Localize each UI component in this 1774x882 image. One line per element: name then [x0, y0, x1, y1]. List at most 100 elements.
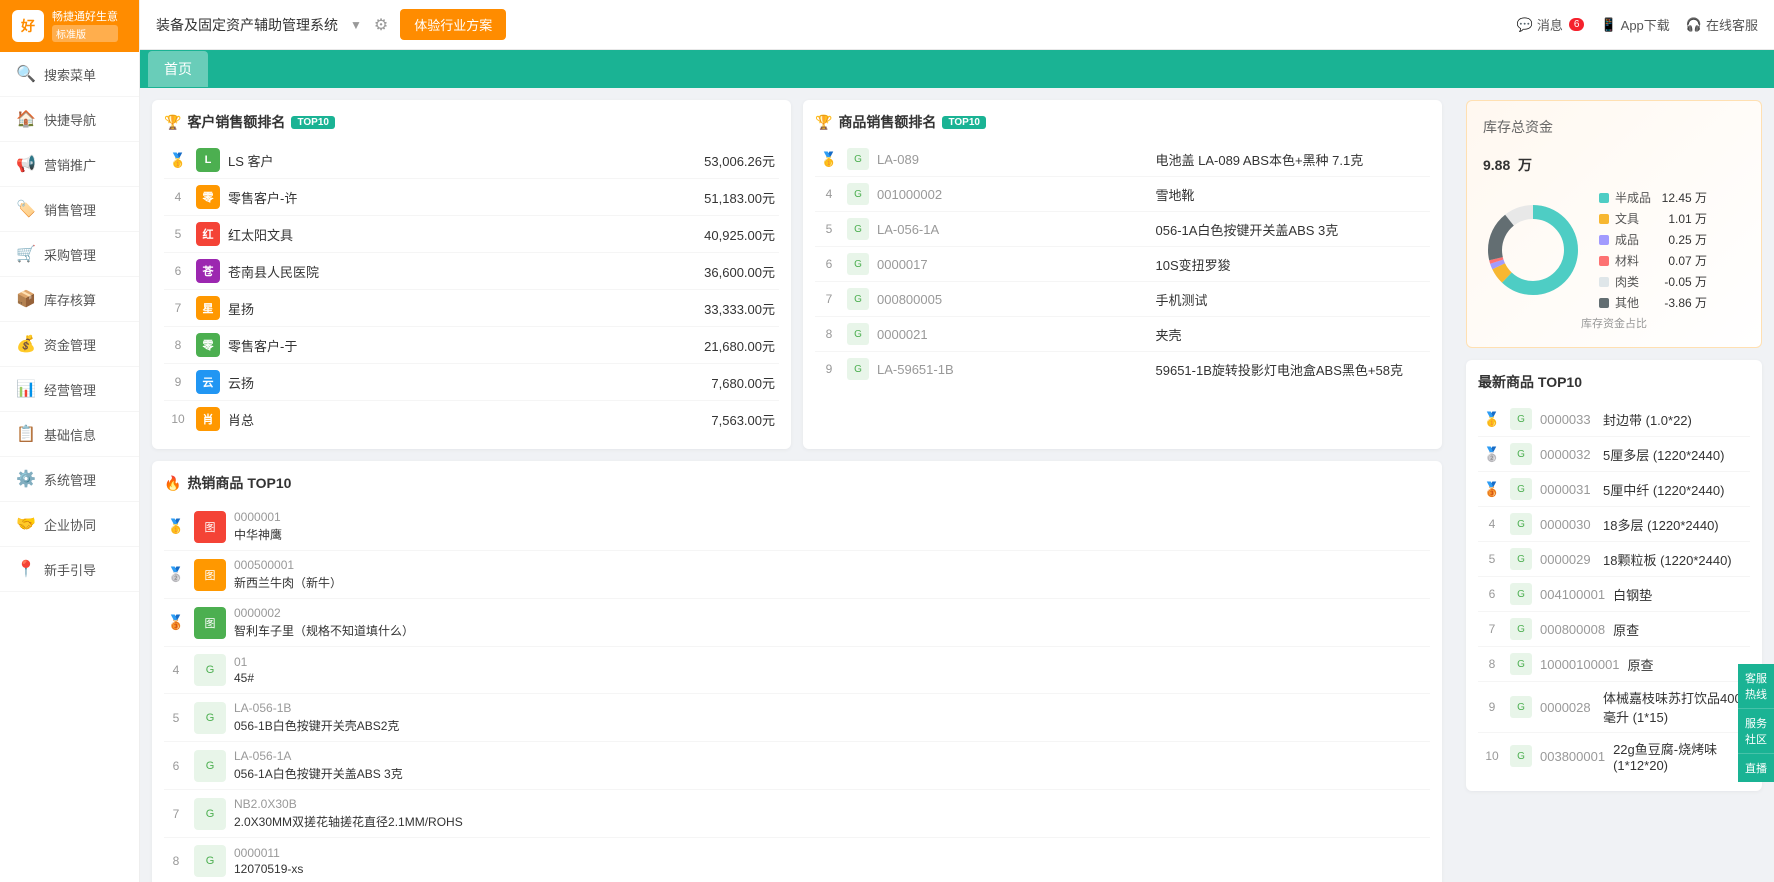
product-sales-list: 🥇 G LA-089 电池盖 LA-089 ABS本色+黑种 7.1克 4 G …: [815, 142, 1430, 386]
sidebar-item-finance[interactable]: 💰 资金管理: [0, 322, 139, 367]
rank-num: 5: [819, 222, 839, 236]
list-item: 6 G 004100001 白钢垫: [1478, 577, 1750, 612]
customer-name: LS 客户: [228, 151, 696, 170]
rank-num: 8: [819, 327, 839, 341]
product-code: LA-056-1A: [234, 749, 1428, 763]
inventory-title: 库存总资金: [1483, 117, 1745, 137]
sidebar-item-quicknav[interactable]: 🏠 快捷导航: [0, 97, 139, 142]
inventory-footnote: 库存资金占比: [1483, 315, 1745, 331]
sidebar-marketing-label: 营销推广: [44, 155, 96, 174]
product-icon: G: [1510, 745, 1532, 767]
avatar: L: [196, 148, 220, 172]
product-code: 0000032: [1540, 447, 1595, 462]
dropdown-arrow[interactable]: ▼: [350, 18, 362, 32]
message-icon: 💬: [1517, 17, 1533, 33]
topbar: 装备及固定资产辅助管理系统 ▼ ⚙ 体验行业方案 💬 消息 6 📱 App下载 …: [140, 0, 1774, 50]
donut-chart: [1483, 200, 1583, 300]
rank-num: 7: [1482, 622, 1502, 636]
product-icon: G: [847, 323, 869, 345]
product-code: 0000030: [1540, 517, 1595, 532]
message-item[interactable]: 💬 消息 6: [1517, 15, 1585, 34]
sidebar-item-operations[interactable]: 📊 经营管理: [0, 367, 139, 412]
main-area: 装备及固定资产辅助管理系统 ▼ ⚙ 体验行业方案 💬 消息 6 📱 App下载 …: [140, 0, 1774, 882]
rank-num: 4: [1482, 517, 1502, 531]
legend-color: [1599, 193, 1609, 203]
sidebar-item-search[interactable]: 🔍 搜索菜单: [0, 52, 139, 97]
sidebar-purchase-label: 采购管理: [44, 245, 96, 264]
table-row: 7 G 000800005 手机测试: [815, 282, 1430, 317]
rank-num: 7: [166, 807, 186, 821]
mobile-icon: 📱: [1600, 17, 1616, 33]
legend-item: 材料 0.07 万: [1599, 252, 1707, 269]
table-row: 8 零 零售客户-于 21,680.00元: [164, 327, 779, 364]
list-item: 🥇 图 0000001 中华神鹰: [164, 503, 1430, 551]
legend-item: 文具 1.01 万: [1599, 210, 1707, 227]
legend-item: 其他 -3.86 万: [1599, 294, 1707, 311]
product-name: 12070519-xs: [234, 862, 1428, 876]
sidebar-item-marketing[interactable]: 📢 营销推广: [0, 142, 139, 187]
fire-icon: 🔥: [164, 475, 181, 492]
product-name: 体械嘉枝味苏打饮品400毫升 (1*15): [1603, 688, 1746, 726]
legend-value: -0.05 万: [1657, 273, 1707, 290]
sidebar-guide-label: 新手引导: [44, 560, 96, 579]
product-info: 0000002 智利车子里（规格不知道填什么）: [234, 606, 1428, 639]
table-row: 9 G LA-59651-1B 59651-1B旋转投影灯电池盒ABS黑色+58…: [815, 352, 1430, 386]
float-btn-live[interactable]: 直播: [1738, 754, 1774, 782]
app-download-item[interactable]: 📱 App下载: [1600, 15, 1669, 34]
rank-num: 6: [166, 759, 186, 773]
experience-btn[interactable]: 体验行业方案: [400, 9, 506, 40]
product-icon: G: [1510, 618, 1532, 640]
customer-name: 星扬: [228, 299, 696, 318]
float-btn-community[interactable]: 服务社区: [1738, 709, 1774, 754]
list-item: 🥈 G 0000032 5厘多层 (1220*2440): [1478, 437, 1750, 472]
product-code: 0000028: [1540, 700, 1595, 715]
hot-products-panel: 🔥 热销商品 TOP10 🥇 图 0000001 中华神鹰 🥈: [152, 461, 1442, 882]
tab-home[interactable]: 首页: [148, 51, 208, 87]
product-sales-title: 🏆 商品销售额排名 TOP10: [815, 112, 1430, 132]
customer-amount: 40,925.00元: [704, 225, 775, 244]
online-service-item[interactable]: 🎧 在线客服: [1686, 15, 1758, 34]
legend-color: [1599, 298, 1609, 308]
sidebar-quicknav-label: 快捷导航: [44, 110, 96, 129]
product-thumb: 图: [194, 559, 226, 591]
sidebar-item-basics[interactable]: 📋 基础信息: [0, 412, 139, 457]
table-row: 5 G LA-056-1A 056-1A白色按键开关盖ABS 3克: [815, 212, 1430, 247]
list-item: 4 G 0000030 18多层 (1220*2440): [1478, 507, 1750, 542]
product-icon: G: [1510, 583, 1532, 605]
sidebar-item-sales[interactable]: 🏷️ 销售管理: [0, 187, 139, 232]
customer-ranking-panel: 🏆 客户销售额排名 TOP10 🥇 L LS 客户 53,006.26元 4: [152, 100, 791, 449]
customer-name: 肖总: [228, 410, 703, 429]
product-code: LA-59651-1B: [877, 362, 1148, 377]
customer-top-badge: TOP10: [291, 116, 335, 129]
sidebar-item-purchase[interactable]: 🛒 采购管理: [0, 232, 139, 277]
marketing-icon: 📢: [16, 154, 36, 174]
sidebar-item-collaboration[interactable]: 🤝 企业协同: [0, 502, 139, 547]
product-code: 000800005: [877, 292, 1148, 307]
product-info: NB2.0X30B 2.0X30MM双搓花轴搓花直径2.1MM/ROHS: [234, 797, 1428, 830]
rank-num: 5: [1482, 552, 1502, 566]
product-code: 0000011: [234, 846, 1428, 860]
float-btn-service[interactable]: 客服热线: [1738, 664, 1774, 709]
product-code: 003800001: [1540, 749, 1605, 764]
customer-amount: 33,333.00元: [704, 299, 775, 318]
online-service-label: 在线客服: [1706, 15, 1758, 34]
gear-icon[interactable]: ⚙: [374, 15, 388, 35]
sidebar-item-system[interactable]: ⚙️ 系统管理: [0, 457, 139, 502]
product-name: 18多层 (1220*2440): [1603, 515, 1746, 534]
hot-products-list: 🥇 图 0000001 中华神鹰 🥈 图 000500001 新西兰牛肉（新牛）: [164, 503, 1430, 882]
product-name: 18颗粒板 (1220*2440): [1603, 550, 1746, 569]
product-thumb: G: [194, 702, 226, 734]
logo-title: 畅捷通好生意: [52, 10, 118, 24]
product-name: 手机测试: [1156, 290, 1427, 309]
sidebar-item-inventory[interactable]: 📦 库存核算: [0, 277, 139, 322]
product-name: 新西兰牛肉（新牛）: [234, 574, 1428, 591]
customer-name: 红太阳文具: [228, 225, 696, 244]
rank-num: 5: [168, 227, 188, 241]
table-row: 🥇 G LA-089 电池盖 LA-089 ABS本色+黑种 7.1克: [815, 142, 1430, 177]
sidebar-sales-label: 销售管理: [44, 200, 96, 219]
product-icon: G: [847, 183, 869, 205]
product-code: 01: [234, 655, 1428, 669]
system-title: 装备及固定资产辅助管理系统: [156, 15, 338, 35]
legend-item: 半成品 12.45 万: [1599, 189, 1707, 206]
sidebar-item-guide[interactable]: 📍 新手引导: [0, 547, 139, 592]
